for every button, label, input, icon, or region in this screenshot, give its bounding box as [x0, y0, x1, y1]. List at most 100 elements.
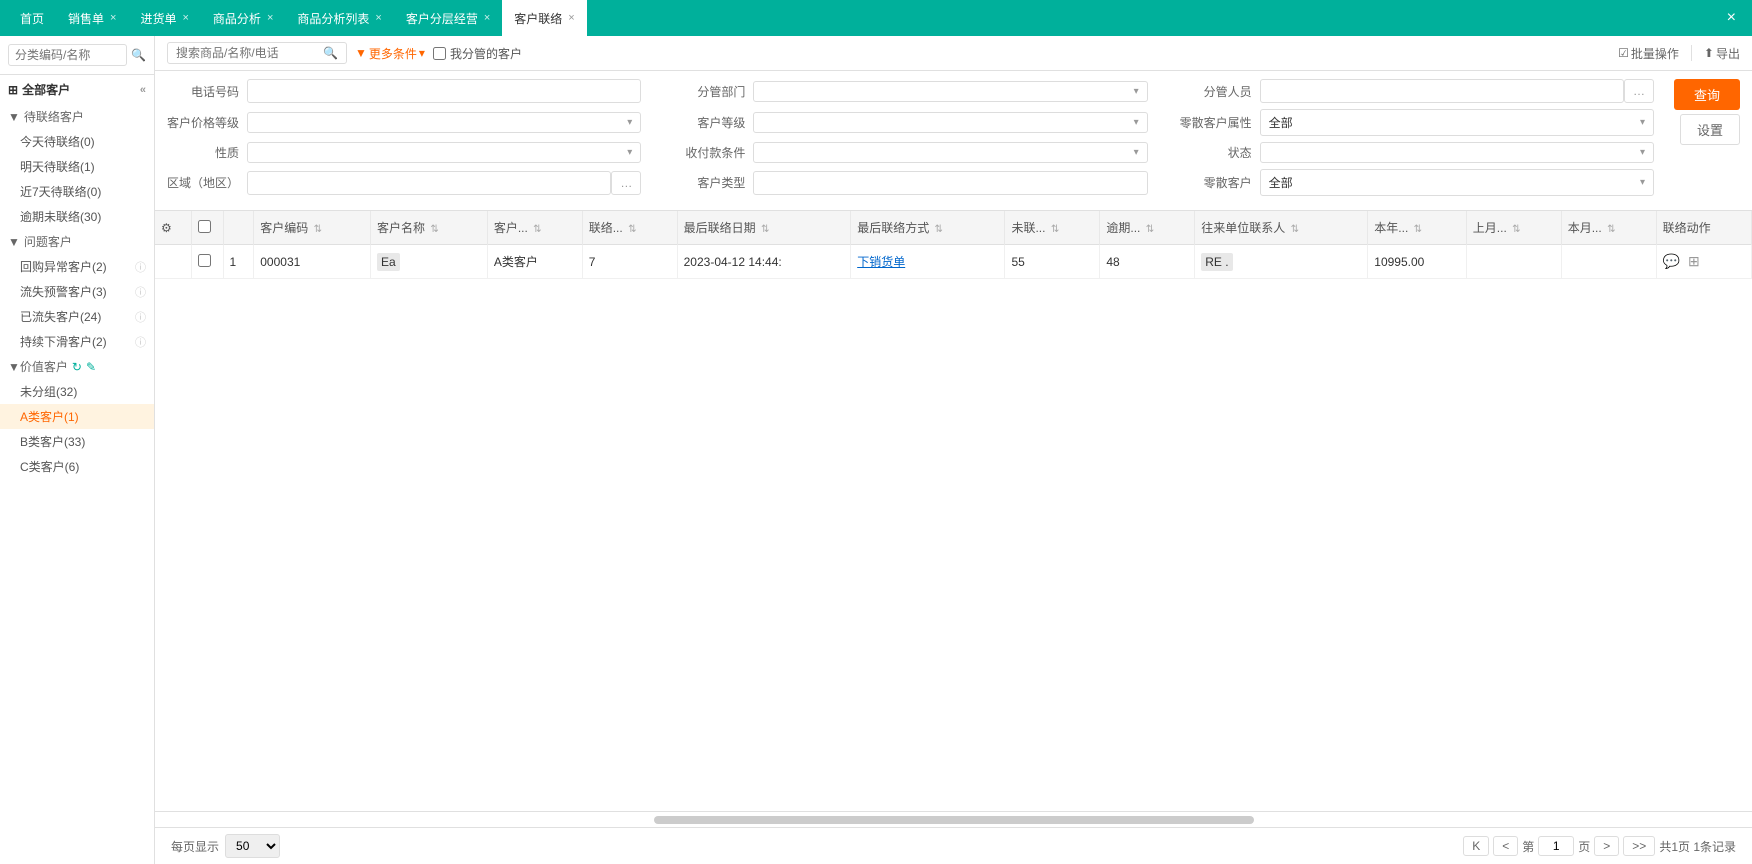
first-page-btn[interactable]: K	[1463, 836, 1489, 856]
sidebar-item-churn-warning[interactable]: 流失预警客户(3) ⓘ	[0, 279, 154, 304]
th-overdue[interactable]: 逾期... ⇅	[1100, 211, 1195, 245]
sidebar-search-icon[interactable]: 🔍	[131, 48, 146, 62]
prev-page-btn[interactable]: <	[1493, 836, 1518, 856]
nav-close-sales[interactable]: ×	[110, 12, 116, 24]
filter-input-phone[interactable]	[247, 79, 641, 103]
th-checkbox[interactable]	[191, 211, 223, 245]
filter-dropdown-customer-level[interactable]: ▾	[753, 112, 1147, 133]
th-last-date[interactable]: 最后联络日期 ⇅	[677, 211, 851, 245]
more-filter-btn[interactable]: ▼ 更多条件 ▾	[355, 45, 425, 62]
export-btn[interactable]: ⬆ 导出	[1704, 45, 1740, 62]
query-button[interactable]: 查询	[1674, 79, 1740, 110]
sort-icon-contact-person: ⇅	[1291, 224, 1299, 235]
th-code[interactable]: 客户编码 ⇅	[254, 211, 371, 245]
group-pending-contact[interactable]: ▼ 待联络客户	[0, 104, 154, 129]
last-page-btn[interactable]: >>	[1623, 836, 1655, 856]
td-unreached-1: 55	[1005, 245, 1100, 279]
td-last-method-1[interactable]: 下销货单	[851, 245, 1005, 279]
chat-icon[interactable]: 💬	[1663, 253, 1680, 270]
filter-label-nature: 性质	[167, 144, 247, 161]
nav-close-product-analysis[interactable]: ×	[267, 12, 273, 24]
filter-label-phone: 电话号码	[167, 83, 247, 100]
nav-customer-tier[interactable]: 客户分层经营 ×	[394, 0, 502, 36]
nav-customer-contact[interactable]: 客户联络 ×	[502, 0, 586, 36]
all-customers-header[interactable]: ⊞ 全部客户 «	[0, 75, 154, 104]
th-last-method[interactable]: 最后联络方式 ⇅	[851, 211, 1005, 245]
sidebar-item-repurchase-abnormal[interactable]: 回购异常客户(2) ⓘ	[0, 254, 154, 279]
arrow-icon-problem: ▼	[8, 235, 20, 249]
group-value-customers[interactable]: ▼ 价值客户 ↻ ✎	[0, 354, 154, 379]
qr-icon[interactable]: ⊞	[1688, 253, 1700, 270]
group-problem-customers[interactable]: ▼ 问题客户	[0, 229, 154, 254]
sidebar-item-today[interactable]: 今天待联络(0)	[0, 129, 154, 154]
setting-button[interactable]: 设置	[1680, 114, 1740, 145]
row-checkbox-1[interactable]	[198, 254, 211, 267]
sort-icon-overdue: ⇅	[1146, 224, 1154, 235]
th-contact-person[interactable]: 往来单位联系人 ⇅	[1195, 211, 1368, 245]
th-name[interactable]: 客户名称 ⇅	[371, 211, 488, 245]
th-settings[interactable]: ⚙	[155, 211, 191, 245]
sidebar-item-churned[interactable]: 已流失客户(24) ⓘ	[0, 304, 154, 329]
filter-panel: 电话号码 分管部门 ▾ 分管人员	[155, 71, 1752, 211]
sidebar-item-overdue[interactable]: 逾期未联络(30)	[0, 204, 154, 229]
filter-dropdown-status[interactable]: ▾	[1260, 142, 1654, 163]
last-method-link[interactable]: 下销货单	[857, 255, 905, 269]
table-row: 1 000031 Ea A类客户 7 2023-04-12 14:44: 下销货…	[155, 245, 1752, 279]
nav-close-product-list[interactable]: ×	[375, 12, 381, 24]
filter-dropdown-price-level[interactable]: ▾	[247, 112, 641, 133]
edit-icon[interactable]: ✎	[86, 360, 96, 374]
page-size-select[interactable]: 50 100	[225, 834, 280, 858]
filter-cell-price-level: 客户价格等级 ▾	[167, 112, 641, 133]
filter-label-retail-customer: 零散客户	[1180, 174, 1260, 191]
filter-dropdown-payment[interactable]: ▾	[753, 142, 1147, 163]
next-page-btn[interactable]: >	[1594, 836, 1619, 856]
th-contact-count[interactable]: 联络... ⇅	[582, 211, 677, 245]
th-last-month[interactable]: 上月... ⇅	[1466, 211, 1561, 245]
nav-purchase[interactable]: 进货单 ×	[128, 0, 200, 36]
filter-input-region[interactable]	[247, 171, 611, 195]
sidebar-item-class-b[interactable]: B类客户(33)	[0, 429, 154, 454]
nav-home[interactable]: 首页	[8, 0, 56, 36]
th-type[interactable]: 客户... ⇅	[487, 211, 582, 245]
filter-more-region-btn[interactable]: …	[611, 171, 641, 195]
nav-close-customer-tier[interactable]: ×	[484, 12, 490, 24]
sidebar-item-class-c[interactable]: C类客户(6)	[0, 454, 154, 479]
nav-product-list[interactable]: 商品分析列表 ×	[285, 0, 393, 36]
th-this-year[interactable]: 本年... ⇅	[1368, 211, 1467, 245]
window-close-button[interactable]: ×	[1719, 9, 1744, 27]
filter-input-person[interactable]	[1260, 79, 1624, 103]
batch-op-btn[interactable]: ☑ 批量操作	[1618, 45, 1679, 62]
sidebar-item-tomorrow[interactable]: 明天待联络(1)	[0, 154, 154, 179]
sidebar-item-declining[interactable]: 持续下滑客户(2) ⓘ	[0, 329, 154, 354]
current-page-input[interactable]	[1538, 836, 1574, 856]
horizontal-scrollbar[interactable]	[654, 816, 1254, 824]
filter-dropdown-nature[interactable]: ▾	[247, 142, 641, 163]
th-this-month[interactable]: 本月... ⇅	[1561, 211, 1656, 245]
select-all-checkbox[interactable]	[198, 220, 211, 233]
td-row-checkbox[interactable]	[191, 245, 223, 279]
sidebar-item-7days[interactable]: 近7天待联络(0)	[0, 179, 154, 204]
sidebar-search-input[interactable]	[8, 44, 127, 66]
nav-close-customer-contact[interactable]: ×	[568, 12, 574, 24]
sidebar-item-unclassified[interactable]: 未分组(32)	[0, 379, 154, 404]
th-unreached[interactable]: 未联... ⇅	[1005, 211, 1100, 245]
sidebar-item-class-a[interactable]: A类客户(1)	[0, 404, 154, 429]
info-icon-1: ⓘ	[135, 259, 146, 275]
nav-sales[interactable]: 销售单 ×	[56, 0, 128, 36]
retail-customer-chevron-down: ▾	[1640, 177, 1645, 188]
filter-search-icon[interactable]: 🔍	[323, 46, 338, 60]
nav-close-purchase[interactable]: ×	[182, 12, 188, 24]
filter-dropdown-retail-attr[interactable]: 全部 ▾	[1260, 109, 1654, 136]
table-header-row: ⚙ 客户编码 ⇅ 客户名称 ⇅	[155, 211, 1752, 245]
filter-search-input[interactable]	[176, 46, 319, 60]
filter-label-person: 分管人员	[1180, 83, 1260, 100]
filter-more-person-btn[interactable]: …	[1624, 79, 1654, 103]
my-customer-checkbox[interactable]	[433, 47, 446, 60]
customer-level-chevron-down: ▾	[1134, 117, 1139, 128]
filter-dropdown-dept[interactable]: ▾	[753, 81, 1147, 102]
td-this-month-1	[1561, 245, 1656, 279]
filter-input-customer-type[interactable]	[753, 171, 1147, 195]
refresh-icon[interactable]: ↻	[72, 360, 82, 374]
nav-product-analysis[interactable]: 商品分析 ×	[201, 0, 285, 36]
filter-dropdown-retail-customer[interactable]: 全部 ▾	[1260, 169, 1654, 196]
